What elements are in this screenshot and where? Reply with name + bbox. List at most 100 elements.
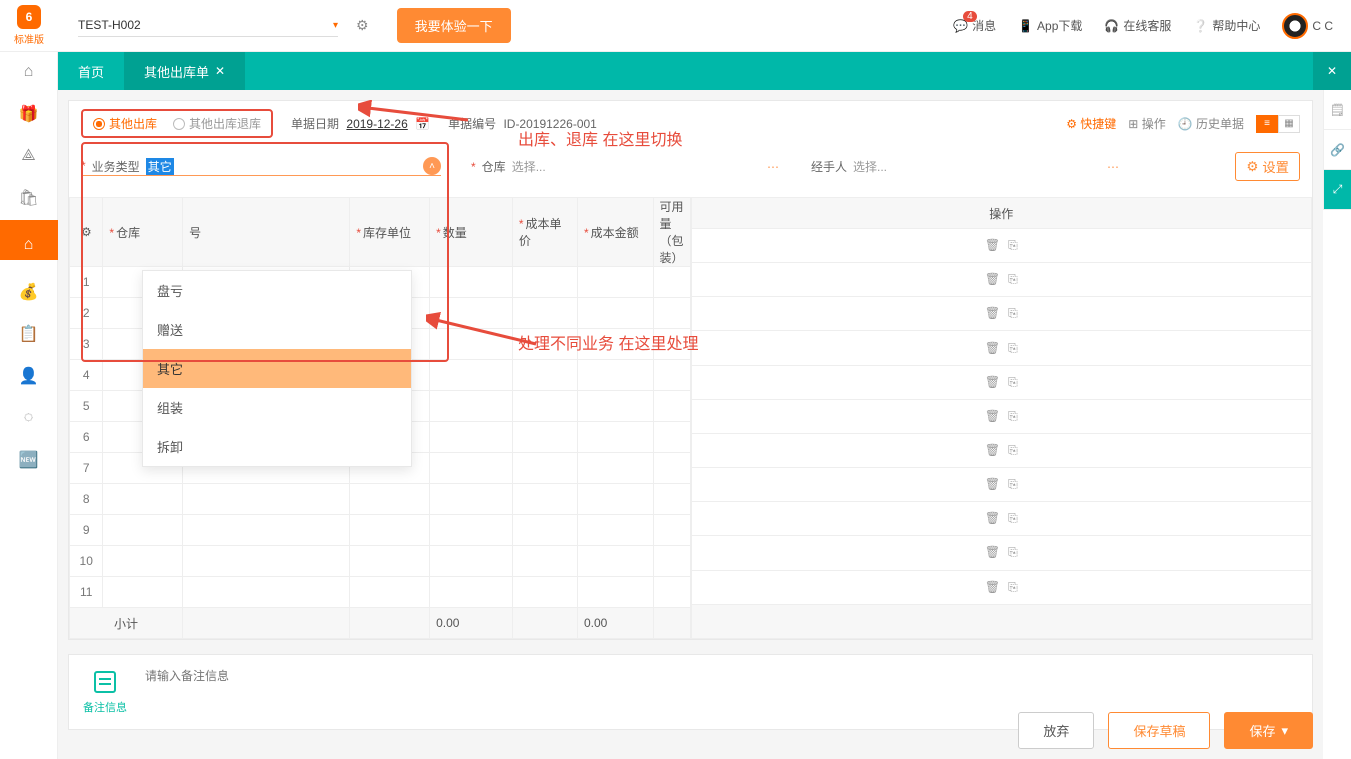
user-menu[interactable]: C C bbox=[1282, 13, 1333, 39]
op-row: 🗑⎘ bbox=[691, 570, 1312, 604]
table-row[interactable]: 9 bbox=[70, 515, 691, 546]
help-button[interactable]: ❔ 帮助中心 bbox=[1193, 17, 1260, 34]
copy-icon[interactable]: ⎘ bbox=[1008, 545, 1018, 559]
copy-icon[interactable]: ⎘ bbox=[1008, 409, 1018, 423]
col-code: 号 bbox=[183, 198, 350, 267]
rail-link-icon[interactable]: 🔗 bbox=[1323, 130, 1351, 170]
head-tools: ⚙ 快捷键 ⊞ 操作 🕘 历史单据 ≡ ▦ bbox=[1066, 115, 1300, 133]
delete-icon[interactable]: 🗑 bbox=[985, 511, 1000, 525]
sheet-head: 其他出库 其他出库退库 单据日期 2019-12-26 📅 单据编号 ID-20… bbox=[69, 101, 1312, 146]
op-row: 🗑⎘ bbox=[691, 468, 1312, 502]
phone-icon: 📱 bbox=[1018, 19, 1033, 33]
op-row: 🗑⎘ bbox=[691, 502, 1312, 536]
right-rail: 🗒 🔗 ⤢ bbox=[1323, 90, 1351, 210]
delete-icon[interactable]: 🗑 bbox=[985, 306, 1000, 320]
op-row: 🗑⎘ bbox=[691, 536, 1312, 570]
close-icon[interactable]: ✕ bbox=[215, 64, 225, 78]
nav-home-icon[interactable]: ⌂ bbox=[19, 62, 39, 82]
dropdown-item[interactable]: 组装 bbox=[143, 388, 411, 427]
rail-note-icon[interactable]: 🗒 bbox=[1323, 90, 1351, 130]
nav-user-icon[interactable]: 👤 bbox=[19, 366, 39, 386]
nav-new-icon[interactable]: 🆕 bbox=[19, 450, 39, 470]
table-row[interactable]: 10 bbox=[70, 546, 691, 577]
dropdown-item[interactable]: 赠送 bbox=[143, 310, 411, 349]
copy-icon[interactable]: ⎘ bbox=[1008, 443, 1018, 457]
dropdown-item[interactable]: 其它 bbox=[143, 349, 411, 388]
handler-select[interactable]: 经手人 选择... ⋯ bbox=[811, 158, 1121, 175]
app-download-button[interactable]: 📱 App下载 bbox=[1018, 17, 1082, 34]
delete-icon[interactable]: 🗑 bbox=[985, 375, 1000, 389]
tab-other-outbound[interactable]: 其他出库单 ✕ bbox=[124, 52, 245, 90]
org-name: TEST-H002 bbox=[78, 18, 333, 32]
delete-icon[interactable]: 🗑 bbox=[985, 443, 1000, 457]
col-warehouse: *仓库 bbox=[103, 198, 183, 267]
org-select[interactable]: TEST-H002 ▾ bbox=[78, 14, 338, 37]
remark-label: 备注信息 bbox=[83, 702, 127, 714]
col-amount: *成本金额 bbox=[577, 198, 653, 267]
delete-icon[interactable]: 🗑 bbox=[985, 272, 1000, 286]
nav-node-icon[interactable]: ◌ bbox=[19, 408, 39, 428]
headset-icon: 🎧 bbox=[1104, 19, 1119, 33]
app-download-label: App下载 bbox=[1037, 17, 1082, 34]
delete-icon[interactable]: 🗑 bbox=[985, 545, 1000, 559]
delete-icon[interactable]: 🗑 bbox=[985, 238, 1000, 252]
annotation-arrow-1 bbox=[358, 100, 478, 130]
logo[interactable]: 6 标准版 bbox=[0, 5, 58, 46]
nav-warehouse-icon[interactable]: ⌂ bbox=[0, 220, 58, 260]
remark-input[interactable] bbox=[145, 669, 1298, 683]
help-label: 帮助中心 bbox=[1212, 17, 1260, 34]
close-all-tabs[interactable]: ✕ bbox=[1313, 52, 1351, 90]
table-row[interactable]: 8 bbox=[70, 484, 691, 515]
customer-service-button[interactable]: 🎧 在线客服 bbox=[1104, 17, 1171, 34]
save-button[interactable]: 保存 ▾ bbox=[1224, 712, 1313, 749]
nav-bag-icon[interactable]: 🛍 bbox=[19, 188, 39, 208]
doc-date-label: 单据日期 bbox=[291, 117, 339, 131]
op-row: 🗑⎘ bbox=[691, 365, 1312, 399]
dropdown-item[interactable]: 拆卸 bbox=[143, 427, 411, 466]
messages-badge: 4 bbox=[963, 11, 977, 22]
copy-icon[interactable]: ⎘ bbox=[1008, 511, 1018, 525]
delete-icon[interactable]: 🗑 bbox=[985, 477, 1000, 491]
history-button[interactable]: 🕘 历史单据 bbox=[1178, 115, 1244, 132]
copy-icon[interactable]: ⎘ bbox=[1008, 272, 1018, 286]
copy-icon[interactable]: ⎘ bbox=[1008, 477, 1018, 491]
copy-icon[interactable]: ⎘ bbox=[1008, 238, 1018, 252]
dropdown-item[interactable]: 盘亏 bbox=[143, 271, 411, 310]
copy-icon[interactable]: ⎘ bbox=[1008, 306, 1018, 320]
messages-button[interactable]: 💬 消息 4 bbox=[953, 17, 996, 34]
delete-icon[interactable]: 🗑 bbox=[985, 580, 1000, 594]
col-sku-unit: *库存单位 bbox=[350, 198, 430, 267]
copy-icon[interactable]: ⎘ bbox=[1008, 580, 1018, 594]
radio-outbound[interactable]: 其他出库 bbox=[93, 115, 157, 132]
save-draft-button[interactable]: 保存草稿 bbox=[1108, 712, 1210, 749]
cta-button[interactable]: 我要体验一下 bbox=[397, 8, 511, 43]
shortcut-button[interactable]: ⚙ 快捷键 bbox=[1066, 115, 1116, 132]
more-icon[interactable]: ⋯ bbox=[1107, 160, 1121, 174]
table-row[interactable]: 11 bbox=[70, 577, 691, 608]
col-gear[interactable]: ⚙ bbox=[70, 198, 103, 267]
delete-icon[interactable]: 🗑 bbox=[985, 341, 1000, 355]
view-grid-icon[interactable]: ▦ bbox=[1278, 115, 1300, 133]
radio-return[interactable]: 其他出库退库 bbox=[173, 115, 261, 132]
discard-button[interactable]: 放弃 bbox=[1018, 712, 1094, 749]
settings-button[interactable]: ⚙ 设置 bbox=[1235, 152, 1300, 181]
subtotal-row: 小计 0.00 0.00 bbox=[70, 608, 691, 639]
biztype-select[interactable]: * 业务类型 其它 ˄ bbox=[81, 157, 441, 176]
rail-expand-icon[interactable]: ⤢ bbox=[1323, 170, 1351, 210]
warehouse-select[interactable]: * 仓库 选择... ⋯ bbox=[471, 158, 781, 175]
settings-icon[interactable]: ⚙ bbox=[356, 17, 369, 34]
operate-button[interactable]: ⊞ 操作 bbox=[1128, 115, 1165, 132]
copy-icon[interactable]: ⎘ bbox=[1008, 375, 1018, 389]
col-cost: *成本单价 bbox=[512, 198, 577, 267]
copy-icon[interactable]: ⎘ bbox=[1008, 341, 1018, 355]
chevron-down-icon: ▾ bbox=[1281, 723, 1288, 739]
nav-money-icon[interactable]: 💰 bbox=[19, 282, 39, 302]
more-icon[interactable]: ⋯ bbox=[767, 160, 781, 174]
nav-delivery-icon[interactable]: ⟁ bbox=[19, 146, 39, 166]
nav-clipboard-icon[interactable]: 📋 bbox=[19, 324, 39, 344]
tab-home[interactable]: 首页 bbox=[58, 52, 124, 90]
op-row: 🗑⎘ bbox=[691, 229, 1312, 263]
view-list-icon[interactable]: ≡ bbox=[1256, 115, 1278, 133]
nav-gift-icon[interactable]: 🎁 bbox=[19, 104, 39, 124]
delete-icon[interactable]: 🗑 bbox=[985, 409, 1000, 423]
